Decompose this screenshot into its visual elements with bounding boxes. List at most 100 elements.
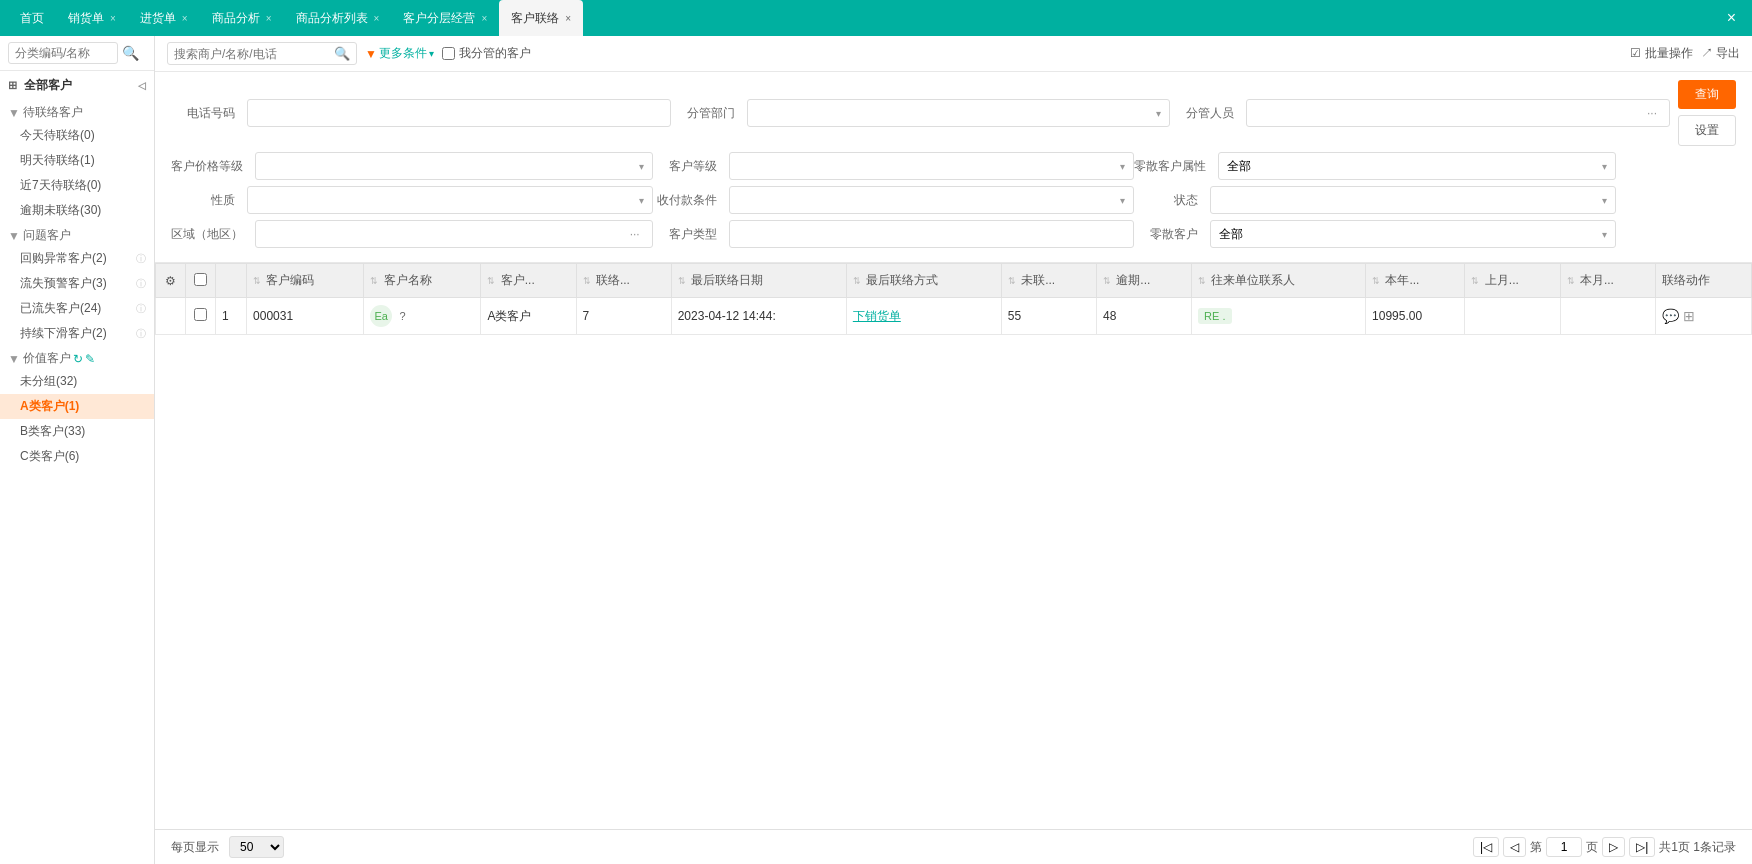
region-input[interactable]: ··· (255, 220, 653, 248)
sidebar-search-input[interactable] (8, 42, 118, 64)
payment-select[interactable]: ▾ (729, 186, 1135, 214)
col-name[interactable]: ⇅ 客户名称 (364, 264, 481, 298)
col-this-month[interactable]: ⇅ 本月... (1560, 264, 1655, 298)
row-last-method[interactable]: 下销货单 (846, 298, 1001, 335)
row-type: A类客户 (481, 298, 576, 335)
setting-button[interactable]: 设置 (1678, 115, 1736, 146)
tab-analysis-list[interactable]: 商品分析列表 × (284, 0, 392, 36)
sidebar-item-overdue-contact[interactable]: 逾期未联络(30) (0, 198, 154, 223)
retail-attr-chevron: ▾ (1602, 161, 1607, 172)
sidebar-item-tomorrow-contact[interactable]: 明天待联络(1) (0, 148, 154, 173)
col-sort-last-date: ⇅ (678, 276, 686, 286)
sidebar-item-today-contact[interactable]: 今天待联络(0) (0, 123, 154, 148)
sidebar-item-unclassified[interactable]: 未分组(32) (0, 369, 154, 394)
row-action: 💬 ⊞ (1655, 298, 1751, 335)
filter-manager: 分管人员 ··· (1170, 99, 1670, 127)
nature-select[interactable]: ▾ (247, 186, 653, 214)
filter-row-4: 区域（地区） ··· 客户类型 零散客户 全部 (171, 220, 1736, 248)
col-sort-name: ⇅ (370, 276, 378, 286)
filter-search-icon[interactable]: 🔍 (334, 46, 350, 61)
sidebar-item-class-a[interactable]: A类客户(1) (0, 394, 154, 419)
pagination: |◁ ◁ 第 页 ▷ ▷| 共1页 1条记录 (1473, 837, 1736, 857)
more-filter-btn[interactable]: ▼ 更多条件 ▾ (365, 45, 434, 62)
pending-contact-group: ▼ 待联络客户 (0, 100, 154, 123)
close-analysis-tab[interactable]: × (266, 13, 272, 24)
tab-customer-mgmt[interactable]: 客户分层经营 × (391, 0, 499, 36)
customer-type-input[interactable] (729, 220, 1135, 248)
last-page-btn[interactable]: ▷| (1629, 837, 1655, 857)
customer-level-select[interactable]: ▾ (729, 152, 1135, 180)
close-sales-tab[interactable]: × (110, 13, 116, 24)
first-page-btn[interactable]: |◁ (1473, 837, 1499, 857)
col-hist-unit[interactable]: ⇅ 往来单位联系人 (1192, 264, 1366, 298)
col-last-method[interactable]: ⇅ 最后联络方式 (846, 264, 1001, 298)
refresh-icon[interactable]: ↻ (73, 352, 83, 366)
all-customers-header[interactable]: ⊞ 全部客户 ◁ (0, 71, 154, 100)
row-hist-unit: RE . (1192, 298, 1366, 335)
row-last-date: 2023-04-12 14:44: (671, 298, 846, 335)
retail-customer-select[interactable]: 全部 ▾ (1210, 220, 1616, 248)
col-overdue[interactable]: ⇅ 逾期... (1096, 264, 1191, 298)
tab-sales[interactable]: 销货单 × (56, 0, 128, 36)
sidebar-item-repurchase-abnormal[interactable]: 回购异常客户(2) ⓘ (0, 246, 154, 271)
filter-search-input[interactable] (174, 47, 334, 61)
price-level-select[interactable]: ▾ (255, 152, 653, 180)
region-dots[interactable]: ··· (626, 227, 644, 241)
close-purchase-tab[interactable]: × (182, 13, 188, 24)
manager-input[interactable]: ··· (1246, 99, 1670, 127)
sidebar-item-churned[interactable]: 已流失客户(24) ⓘ (0, 296, 154, 321)
col-no-contact[interactable]: ⇅ 未联... (1001, 264, 1096, 298)
query-button[interactable]: 查询 (1678, 80, 1736, 109)
edit-value-icon[interactable]: ✎ (85, 352, 95, 366)
phone-label: 电话号码 (171, 105, 241, 122)
more-action-icon[interactable]: ⊞ (1683, 308, 1695, 324)
col-sort-no-contact: ⇅ (1008, 276, 1016, 286)
col-type[interactable]: ⇅ 客户... (481, 264, 576, 298)
dept-label: 分管部门 (671, 105, 741, 122)
col-last-month[interactable]: ⇅ 上月... (1465, 264, 1560, 298)
collapse-icon: ◁ (138, 80, 146, 91)
select-all-checkbox[interactable] (194, 273, 207, 286)
col-this-year[interactable]: ⇅ 本年... (1366, 264, 1465, 298)
batch-op-btn[interactable]: ☑ 批量操作 (1630, 45, 1692, 62)
sidebar-item-churn-warning[interactable]: 流失预警客户(3) ⓘ (0, 271, 154, 296)
col-last-date[interactable]: ⇅ 最后联络日期 (671, 264, 846, 298)
tab-analysis[interactable]: 商品分析 × (200, 0, 284, 36)
sidebar-search-icon[interactable]: 🔍 (122, 45, 139, 61)
sidebar-item-class-b[interactable]: B类客户(33) (0, 419, 154, 444)
tab-home[interactable]: 首页 (8, 0, 56, 36)
filter-phone: 电话号码 (171, 99, 671, 127)
dept-select[interactable]: ▾ (747, 99, 1171, 127)
sidebar-item-class-c[interactable]: C类客户(6) (0, 444, 154, 469)
status-select[interactable]: ▾ (1210, 186, 1616, 214)
col-settings[interactable]: ⚙ (156, 264, 186, 298)
page-size-select[interactable]: 50 20 100 (229, 836, 284, 858)
retail-attr-label: 零散客户属性 (1134, 158, 1212, 175)
nature-chevron: ▾ (639, 195, 644, 206)
close-all-tabs[interactable]: × (1719, 9, 1744, 27)
close-customer-contact-tab[interactable]: × (565, 13, 571, 24)
col-contact[interactable]: ⇅ 联络... (576, 264, 671, 298)
close-analysis-list-tab[interactable]: × (374, 13, 380, 24)
contact-action-icon[interactable]: 💬 (1662, 308, 1679, 324)
close-customer-mgmt-tab[interactable]: × (481, 13, 487, 24)
tab-purchase[interactable]: 进货单 × (128, 0, 200, 36)
col-sort-this-year: ⇅ (1372, 276, 1380, 286)
info-icon-1: ⓘ (136, 252, 146, 266)
sidebar-item-declining[interactable]: 持续下滑客户(2) ⓘ (0, 321, 154, 346)
export-btn[interactable]: ↗ 导出 (1701, 45, 1740, 62)
last-method-link[interactable]: 下销货单 (853, 309, 901, 323)
page-number-input[interactable] (1546, 837, 1582, 857)
my-customer-checkbox[interactable] (442, 47, 455, 60)
row-no-contact: 55 (1001, 298, 1096, 335)
manager-dots[interactable]: ··· (1643, 106, 1661, 120)
phone-input[interactable] (247, 99, 671, 127)
filter-customer-type: 客户类型 (653, 220, 1135, 248)
col-code[interactable]: ⇅ 客户编码 (247, 264, 364, 298)
row-checkbox[interactable] (194, 308, 207, 321)
retail-attr-select[interactable]: 全部 ▾ (1218, 152, 1616, 180)
next-page-btn[interactable]: ▷ (1602, 837, 1625, 857)
prev-page-btn[interactable]: ◁ (1503, 837, 1526, 857)
tab-customer-contact[interactable]: 客户联络 × (499, 0, 583, 36)
sidebar-item-7days-contact[interactable]: 近7天待联络(0) (0, 173, 154, 198)
